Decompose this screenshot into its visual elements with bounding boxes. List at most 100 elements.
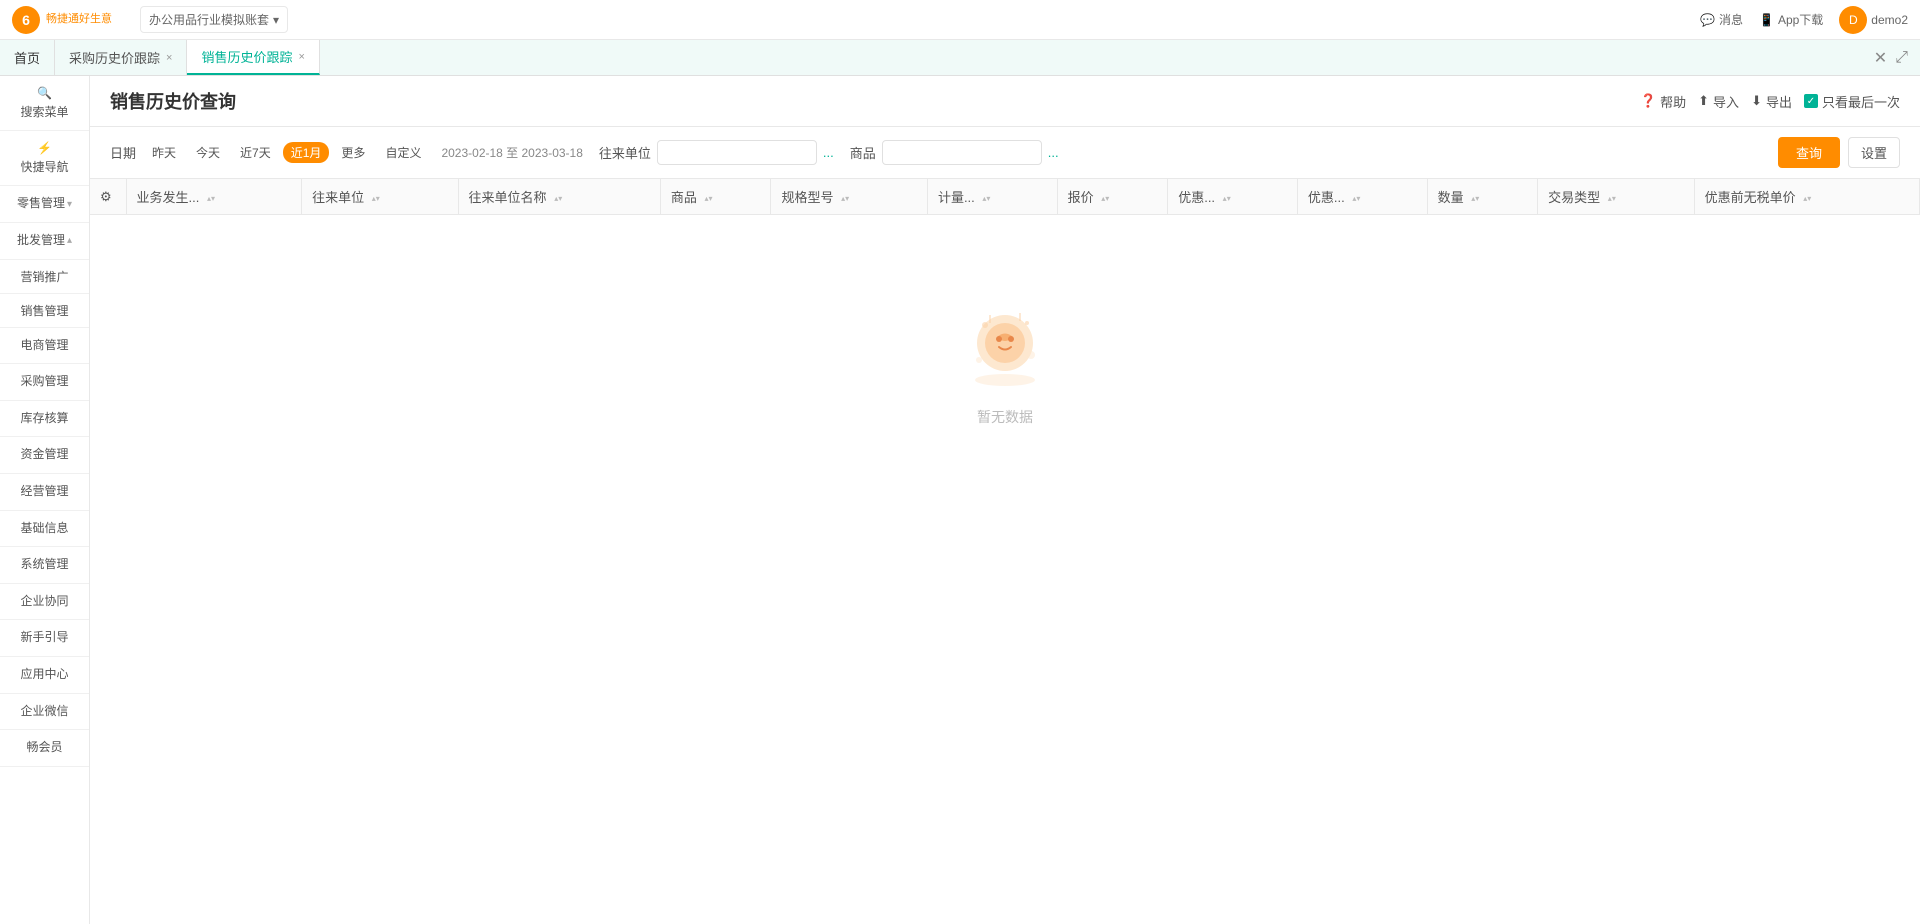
date-option-today[interactable]: 今天 [188,142,228,163]
app-download-label: App下载 [1778,11,1823,28]
th-partner-code[interactable]: 往来单位 ▴▾ [302,179,458,215]
sort-icons-quantity: ▴▾ [1471,194,1479,203]
th-discount2[interactable]: 优惠... ▴▾ [1297,179,1427,215]
only-last-label: 只看最后一次 [1822,92,1900,111]
system-mgmt-label: 系统管理 [20,557,68,573]
tab-purchase-close-icon[interactable]: × [166,52,172,64]
date-option-7days[interactable]: 近7天 [232,142,279,163]
th-partner-name[interactable]: 往来单位名称 ▴▾ [458,179,660,215]
th-unit[interactable]: 计量... ▴▾ [927,179,1057,215]
quick-nav-icon: ⚡ [37,141,52,157]
th-biz-date[interactable]: 业务发生... ▴▾ [126,179,302,215]
query-button[interactable]: 查询 [1778,137,1840,168]
message-label: 消息 [1719,11,1743,28]
purchase-mgmt-label: 采购管理 [20,374,68,390]
partner-input[interactable] [657,140,817,165]
sidebar-item-enterprise[interactable]: 企业协同 [0,584,89,621]
app-download-btn[interactable]: 📱 App下载 [1759,11,1823,28]
th-discount1-label: 优惠... [1178,190,1215,205]
sort-icons-spec: ▴▾ [841,194,849,203]
username: demo2 [1871,13,1908,27]
fullscreen-icon[interactable]: ⤢ [1895,49,1908,67]
wholesale-mgmt-label: 批发管理 [17,233,65,249]
product-filter-label: 商品 [850,143,876,162]
sidebar-item-basic-info[interactable]: 基础信息 [0,511,89,548]
tab-sales-history-label: 销售历史价跟踪 [201,47,292,66]
th-pre-discount-price[interactable]: 优惠前无税单价 ▴▾ [1694,179,1919,215]
th-trade-type[interactable]: 交易类型 ▴▾ [1538,179,1694,215]
date-range-text: 2023-02-18 至 2023-03-18 [441,144,582,161]
table-area: ⚙ 业务发生... ▴▾ 往来单位 ▴▾ 往来单位名称 ▴▾ [90,179,1920,924]
search-menu-label: 搜索菜单 [20,105,68,121]
sidebar-item-system-mgmt[interactable]: 系统管理 [0,547,89,584]
empty-illustration [955,295,1055,395]
th-quantity[interactable]: 数量 ▴▾ [1427,179,1538,215]
date-filter-group: 日期 昨天 今天 近7天 近1月 更多 自定义 2023-02-18 至 202… [110,142,583,163]
help-btn[interactable]: ❓ 帮助 [1640,92,1686,111]
date-option-more[interactable]: 更多 [333,142,373,163]
header-right: 💬 消息 📱 App下载 D demo2 [1700,6,1908,34]
sidebar: 🔍 搜索菜单 ⚡ 快捷导航 零售管理 ▾ 批发管理 ▴ 营销推广 销售管理 电商… [0,76,90,924]
tab-bar-right: ✕ ⤢ [1862,48,1920,68]
sidebar-item-enterprise-wechat[interactable]: 企业微信 [0,694,89,731]
partner-dots[interactable]: ... [823,145,834,160]
sidebar-item-purchase-mgmt[interactable]: 采购管理 [0,364,89,401]
sidebar-item-marketing[interactable]: 营销推广 [0,260,89,294]
th-product[interactable]: 商品 ▴▾ [660,179,771,215]
sidebar-item-ops-mgmt[interactable]: 经营管理 [0,474,89,511]
tab-home-label: 首页 [14,48,40,67]
th-discount1[interactable]: 优惠... ▴▾ [1168,179,1298,215]
main-layout: 🔍 搜索菜单 ⚡ 快捷导航 零售管理 ▾ 批发管理 ▴ 营销推广 销售管理 电商… [0,76,1920,924]
search-menu-icon: 🔍 [37,86,52,102]
import-btn[interactable]: ⬆ 导入 [1698,92,1739,111]
settings-button[interactable]: 设置 [1848,137,1900,168]
sort-icons-trade-type: ▴▾ [1608,194,1616,203]
sidebar-item-vip[interactable]: 畅会员 [0,730,89,767]
quick-nav-label: 快捷导航 [20,160,68,176]
product-input[interactable] [882,140,1042,165]
sidebar-item-sales-mgmt[interactable]: 销售管理 [0,294,89,328]
sidebar-item-finance-mgmt[interactable]: 资金管理 [0,437,89,474]
user-area[interactable]: D demo2 [1839,6,1908,34]
tab-purchase-history-label: 采购历史价跟踪 [69,48,160,67]
page-header: 销售历史价查询 ❓ 帮助 ⬆ 导入 ⬇ 导出 ✓ [90,76,1920,127]
filter-actions: 查询 设置 [1778,137,1900,168]
page-actions: ❓ 帮助 ⬆ 导入 ⬇ 导出 ✓ 只看最后一次 [1640,92,1900,111]
workspace-selector[interactable]: 办公用品行业模拟账套 ▾ [140,6,288,33]
tab-home[interactable]: 首页 [0,40,55,75]
th-unit-label: 计量... [938,190,975,205]
export-btn[interactable]: ⬇ 导出 [1751,92,1792,111]
message-btn[interactable]: 💬 消息 [1700,11,1743,28]
close-window-icon[interactable]: ✕ [1874,48,1887,68]
product-dots[interactable]: ... [1048,145,1059,160]
sidebar-item-quick-nav[interactable]: ⚡ 快捷导航 [0,131,89,186]
tab-sales-history[interactable]: 销售历史价跟踪 × [187,40,319,75]
sidebar-item-guide[interactable]: 新手引导 [0,620,89,657]
sidebar-item-retail-mgmt[interactable]: 零售管理 ▾ [0,186,89,223]
sidebar-item-app-center[interactable]: 应用中心 [0,657,89,694]
product-filter-group: 商品 ... [850,140,1059,165]
vip-label: 畅会员 [26,740,62,756]
th-quote[interactable]: 报价 ▴▾ [1057,179,1168,215]
tab-sales-close-icon[interactable]: × [298,51,304,63]
message-icon: 💬 [1700,13,1715,27]
logo-area: 6 畅捷通好生意 [12,6,112,34]
th-spec[interactable]: 规格型号 ▴▾ [771,179,927,215]
only-last-checkbox[interactable]: ✓ 只看最后一次 [1804,92,1900,111]
empty-text: 暂无数据 [977,407,1033,427]
th-trade-type-label: 交易类型 [1548,190,1600,205]
date-filter-label: 日期 [110,143,136,162]
date-option-1month[interactable]: 近1月 [283,142,330,163]
inventory-label: 库存核算 [20,411,68,427]
data-table: ⚙ 业务发生... ▴▾ 往来单位 ▴▾ 往来单位名称 ▴▾ [90,179,1920,215]
sidebar-item-ecom-mgmt[interactable]: 电商管理 [0,328,89,365]
sidebar-item-wholesale-mgmt[interactable]: 批发管理 ▴ [0,223,89,260]
date-option-custom[interactable]: 自定义 [377,142,429,163]
tab-purchase-history[interactable]: 采购历史价跟踪 × [55,40,187,75]
logo-icon: 6 [12,6,40,34]
date-option-yesterday[interactable]: 昨天 [144,142,184,163]
table-settings-icon[interactable]: ⚙ [100,189,112,204]
sidebar-item-search-menu[interactable]: 🔍 搜索菜单 [0,76,89,131]
th-biz-date-label: 业务发生... [137,190,200,205]
sidebar-item-inventory[interactable]: 库存核算 [0,401,89,438]
